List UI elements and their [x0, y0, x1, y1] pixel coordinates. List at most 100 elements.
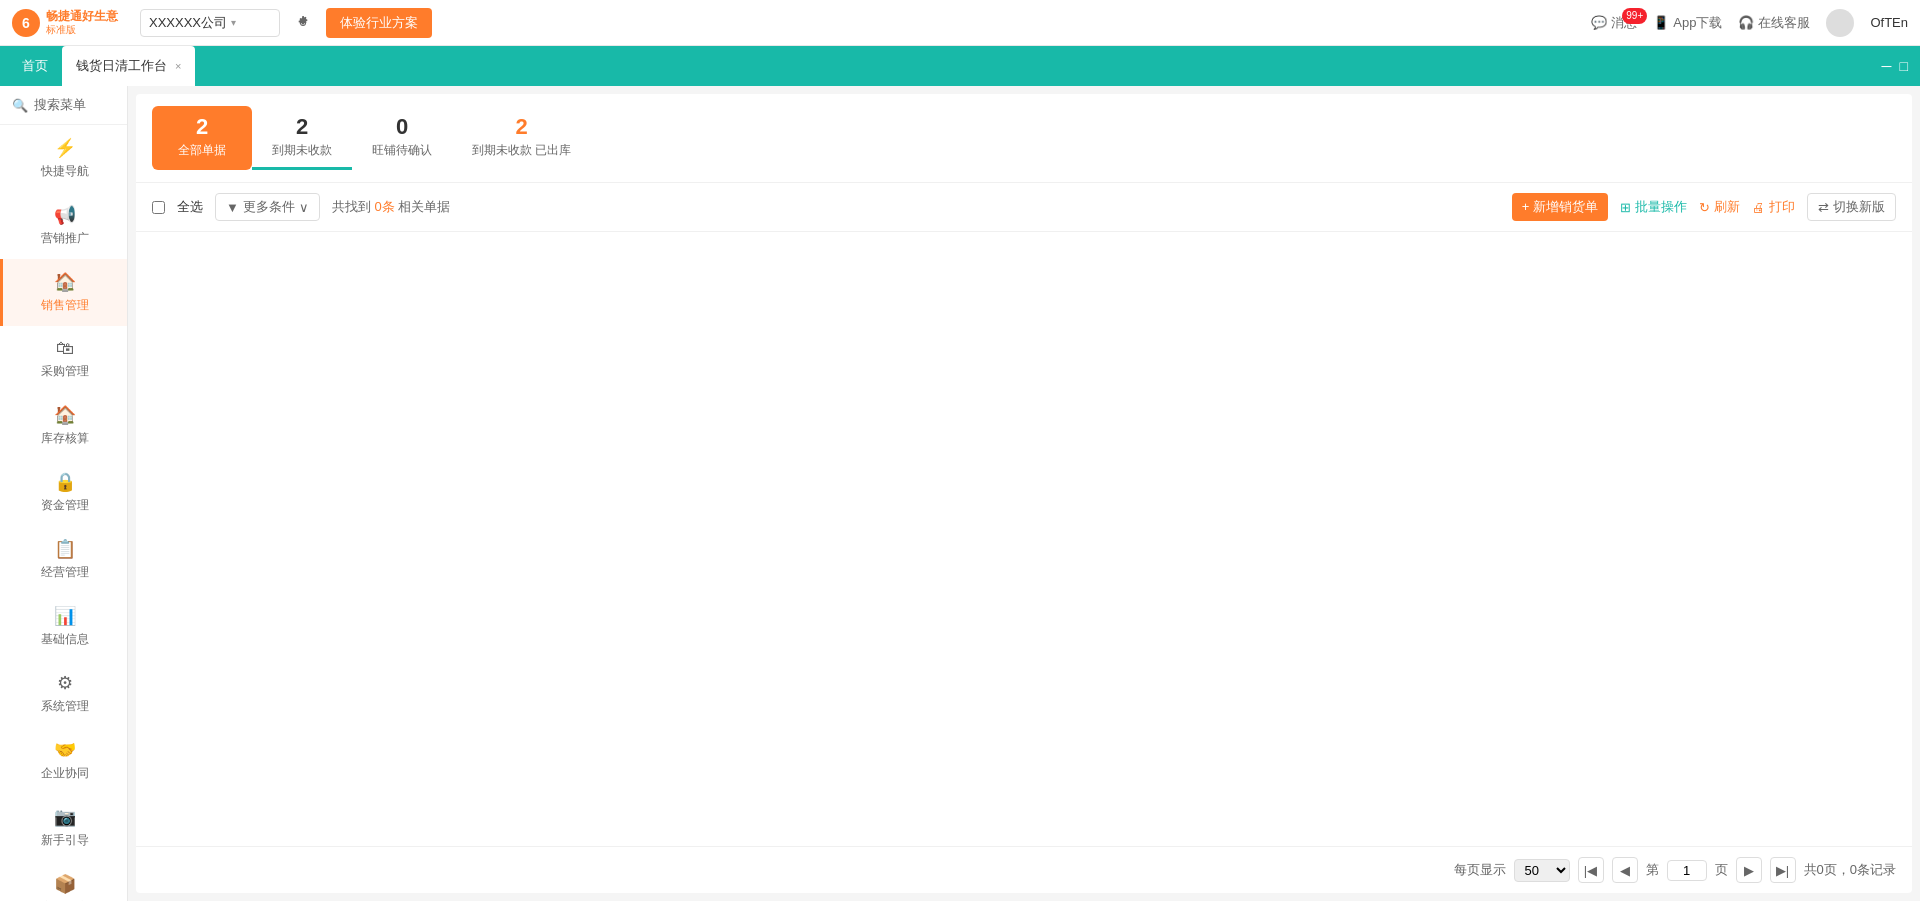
pagination-bar: 每页显示 50 20 100 |◀ ◀ 第 页 ▶ ▶| 共0页，0条记录 — [136, 846, 1912, 893]
batch-operation-button[interactable]: ⊞ 批量操作 — [1620, 198, 1687, 216]
sidebar-item-label: 新手引导 — [41, 832, 89, 849]
service-icon: 🎧 — [1738, 15, 1754, 30]
new-sale-button[interactable]: + 新增销货单 — [1512, 193, 1608, 221]
sidebar-item-label: 资金管理 — [41, 497, 89, 514]
summary-label-overdue: 到期未收款 — [272, 142, 332, 159]
sidebar-item-enterprise[interactable]: 🤝 企业协同 — [0, 727, 127, 794]
sidebar-item-label: 库存核算 — [41, 430, 89, 447]
operations-icon: 📋 — [54, 538, 76, 560]
sidebar-item-label: 基础信息 — [41, 631, 89, 648]
sidebar-item-inventory[interactable]: 🏠 库存核算 — [0, 392, 127, 459]
summary-card-overdue[interactable]: 2 到期未收款 — [252, 106, 352, 170]
prev-page-button[interactable]: ◀ — [1612, 857, 1638, 883]
sidebar-item-guide[interactable]: 📷 新手引导 — [0, 794, 127, 861]
app-center-icon: 📦 — [54, 873, 76, 895]
summary-label-wangpu: 旺铺待确认 — [372, 142, 432, 159]
toolbar-right: + 新增销货单 ⊞ 批量操作 ↻ 刷新 🖨 打印 ⇄ — [1512, 193, 1896, 221]
messages-badge: 99+ — [1622, 8, 1647, 24]
sidebar-item-sales[interactable]: 🏠 销售管理 — [0, 259, 127, 326]
sidebar-item-label: 营销推广 — [41, 230, 89, 247]
page-suffix: 页 — [1715, 861, 1728, 879]
empty-area — [136, 240, 1912, 838]
sidebar-item-finance[interactable]: 🔒 资金管理 — [0, 459, 127, 526]
toolbar: 全选 ▼ 更多条件 ∨ 共找到 0条 相关单据 + 新增销货单 ⊞ 批量操作 — [136, 183, 1912, 232]
minimize-icon[interactable]: ─ — [1882, 58, 1892, 74]
print-icon: 🖨 — [1752, 200, 1765, 215]
finance-icon: 🔒 — [54, 471, 76, 493]
trial-button[interactable]: 体验行业方案 — [326, 8, 432, 38]
content-inner: 2 全部单据 2 到期未收款 0 旺铺待确认 2 到期未收款 已出库 — [136, 94, 1912, 893]
search-icon: 🔍 — [12, 98, 28, 113]
summary-num-overdue: 2 — [296, 114, 308, 140]
company-selector[interactable]: XXXXXX公司 ▾ — [140, 9, 280, 37]
sidebar-item-marketing[interactable]: 📢 营销推广 — [0, 192, 127, 259]
filter-button[interactable]: ▼ 更多条件 ∨ — [215, 193, 320, 221]
search-menu[interactable]: 🔍 搜索菜单 — [0, 86, 127, 125]
header-right: 💬 消息 99+ 📱 App下载 🎧 在线客服 OfTEn — [1591, 9, 1908, 37]
sidebar-item-app-center[interactable]: 📦 应用中心 — [0, 861, 127, 901]
tab-close-icon[interactable]: × — [175, 60, 181, 72]
messages-button[interactable]: 💬 消息 99+ — [1591, 14, 1637, 32]
content-area: 2 全部单据 2 到期未收款 0 旺铺待确认 2 到期未收款 已出库 — [128, 86, 1920, 901]
summary-num-shipped: 2 — [516, 114, 528, 140]
sidebar-item-system[interactable]: ⚙ 系统管理 — [0, 660, 127, 727]
sidebar-item-label: 快捷导航 — [41, 163, 89, 180]
summary-card-wangpu[interactable]: 0 旺铺待确认 — [352, 106, 452, 170]
switch-icon: ⇄ — [1818, 200, 1829, 215]
select-all-label: 全选 — [177, 198, 203, 216]
batch-icon: ⊞ — [1620, 200, 1631, 215]
print-button[interactable]: 🖨 打印 — [1752, 198, 1795, 216]
company-name: XXXXXX公司 — [149, 14, 227, 32]
found-text: 共找到 0条 相关单据 — [332, 198, 450, 216]
nav-tabs-actions: ─ □ — [1882, 58, 1920, 74]
last-page-button[interactable]: ▶| — [1770, 857, 1796, 883]
sidebar-item-purchase[interactable]: 🛍 采购管理 — [0, 326, 127, 392]
refresh-icon: ↻ — [1699, 200, 1710, 215]
system-icon: ⚙ — [57, 672, 73, 694]
settings-button[interactable] — [288, 8, 318, 38]
filter-icon: ▼ — [226, 200, 239, 215]
refresh-button[interactable]: ↻ 刷新 — [1699, 198, 1740, 216]
inventory-icon: 🏠 — [54, 404, 76, 426]
tab-home[interactable]: 首页 — [8, 46, 62, 86]
next-page-button[interactable]: ▶ — [1736, 857, 1762, 883]
select-all-checkbox[interactable] — [152, 201, 165, 214]
page-input[interactable] — [1667, 860, 1707, 881]
per-page-label: 每页显示 — [1454, 861, 1506, 879]
sidebar-item-label: 企业协同 — [41, 765, 89, 782]
basic-info-icon: 📊 — [54, 605, 76, 627]
app-icon: 📱 — [1653, 15, 1669, 30]
logo-icon: 6 — [12, 9, 40, 37]
main-layout: 🔍 搜索菜单 ⚡ 快捷导航 📢 营销推广 🏠 销售管理 🛍 采购管理 🏠 库存核… — [0, 86, 1920, 901]
tab-active[interactable]: 钱货日清工作台 × — [62, 46, 195, 86]
sidebar: 🔍 搜索菜单 ⚡ 快捷导航 📢 营销推广 🏠 销售管理 🛍 采购管理 🏠 库存核… — [0, 86, 128, 901]
quick-nav-icon: ⚡ — [54, 137, 76, 159]
guide-icon: 📷 — [54, 806, 76, 828]
per-page-select[interactable]: 50 20 100 — [1514, 859, 1570, 882]
sales-icon: 🏠 — [54, 271, 76, 293]
chevron-icon: ∨ — [299, 200, 309, 215]
summary-num-wangpu: 0 — [396, 114, 408, 140]
chevron-down-icon: ▾ — [231, 17, 236, 28]
user-name: OfTEn — [1870, 15, 1908, 30]
app-download-button[interactable]: 📱 App下载 — [1653, 14, 1722, 32]
switch-version-button[interactable]: ⇄ 切换新版 — [1807, 193, 1896, 221]
nav-tabs-bar: 首页 钱货日清工作台 × ─ □ — [0, 46, 1920, 86]
summary-cards: 2 全部单据 2 到期未收款 0 旺铺待确认 2 到期未收款 已出库 — [136, 94, 1912, 183]
avatar[interactable] — [1826, 9, 1854, 37]
first-page-button[interactable]: |◀ — [1578, 857, 1604, 883]
logo-text: 畅捷通好生意 标准版 — [46, 9, 118, 35]
sidebar-item-operations[interactable]: 📋 经营管理 — [0, 526, 127, 593]
logo-area: 6 畅捷通好生意 标准版 — [12, 9, 140, 37]
sidebar-item-label: 系统管理 — [41, 698, 89, 715]
sidebar-item-quick-nav[interactable]: ⚡ 快捷导航 — [0, 125, 127, 192]
sidebar-item-basic-info[interactable]: 📊 基础信息 — [0, 593, 127, 660]
table-area — [136, 232, 1912, 846]
online-service-button[interactable]: 🎧 在线客服 — [1738, 14, 1810, 32]
total-info: 共0页，0条记录 — [1804, 861, 1896, 879]
sidebar-item-label: 经营管理 — [41, 564, 89, 581]
enterprise-icon: 🤝 — [54, 739, 76, 761]
summary-card-all[interactable]: 2 全部单据 — [152, 106, 252, 170]
maximize-icon[interactable]: □ — [1900, 58, 1908, 74]
summary-card-shipped[interactable]: 2 到期未收款 已出库 — [452, 106, 591, 170]
